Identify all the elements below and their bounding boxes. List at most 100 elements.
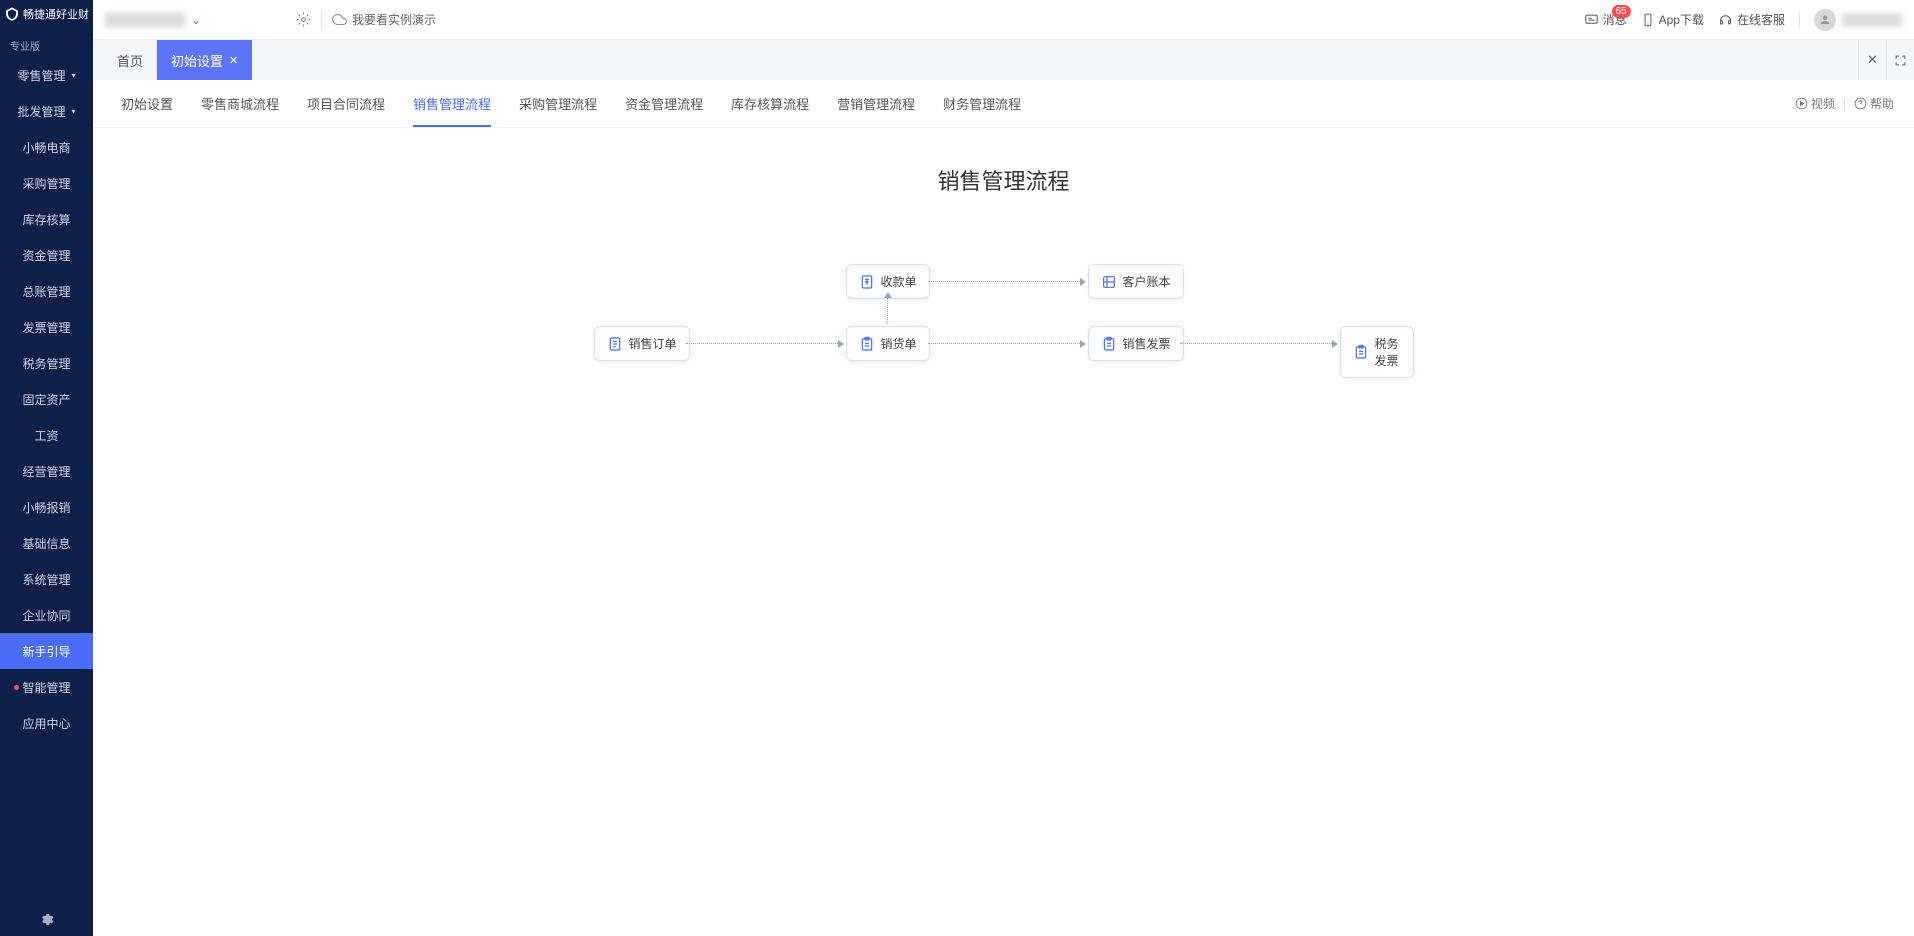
chevron-down-icon: ▾ [72, 107, 76, 116]
help-link[interactable]: 帮助 [1854, 95, 1894, 112]
sidebar-item-label: 新手引导 [22, 643, 70, 660]
sidebar-item-5[interactable]: 资金管理 [0, 237, 93, 273]
tab-close-all-button[interactable]: ✕ [1858, 40, 1886, 80]
cloud-icon [332, 12, 347, 27]
sidebar-item-label: 发票管理 [22, 319, 70, 336]
sidebar-item-label: 企业协同 [22, 607, 70, 624]
subtab-4[interactable]: 采购管理流程 [519, 80, 597, 127]
arrow [1180, 343, 1332, 344]
sidebar-item-18[interactable]: 应用中心 [0, 705, 93, 741]
subtab-7[interactable]: 营销管理流程 [837, 80, 915, 127]
gear-icon [296, 12, 311, 27]
user-icon [1818, 13, 1832, 27]
sidebar-item-label: 小畅电商 [22, 139, 70, 156]
app-download-button[interactable]: App下载 [1641, 11, 1704, 28]
brand-edition: 专业版 [0, 38, 93, 57]
sidebar-item-label: 经营管理 [22, 463, 70, 480]
subtab-2[interactable]: 项目合同流程 [307, 80, 385, 127]
sidebar-item-label: 总账管理 [22, 283, 70, 300]
sidebar-item-10[interactable]: 工资 [0, 417, 93, 453]
fullscreen-button[interactable] [1886, 40, 1914, 80]
play-icon [1795, 97, 1808, 110]
flow-title: 销售管理流程 [93, 164, 1914, 196]
expand-icon [1894, 54, 1907, 67]
brand-logo: 畅捷通好业财 [0, 0, 93, 40]
sidebar-item-1[interactable]: 批发管理 ▾ [0, 93, 93, 129]
sidebar-item-3[interactable]: 采购管理 [0, 165, 93, 201]
video-link[interactable]: 视频 [1795, 95, 1835, 112]
headset-icon [1718, 12, 1733, 27]
tab-0[interactable]: 首页 [103, 40, 157, 80]
subtab-8[interactable]: 财务管理流程 [943, 80, 1021, 127]
sidebar-item-4[interactable]: 库存核算 [0, 201, 93, 237]
receipt-icon [859, 274, 875, 290]
sidebar-item-label: 基础信息 [22, 535, 70, 552]
subtab-6[interactable]: 库存核算流程 [731, 80, 809, 127]
arrow [686, 343, 838, 344]
notification-dot-icon [14, 685, 19, 690]
subtab-3[interactable]: 销售管理流程 [413, 80, 491, 127]
flow-area: 销售管理流程 销售订单 销货单 销售发票 [93, 128, 1914, 936]
sidebar-item-13[interactable]: 基础信息 [0, 525, 93, 561]
gear-icon [39, 912, 54, 927]
sidebar-item-label: 小畅报销 [22, 499, 70, 516]
invoice-icon [1101, 336, 1117, 352]
sidebar-item-label: 批发管理 [17, 103, 65, 120]
sidebar-item-16[interactable]: 新手引导 [0, 633, 93, 669]
ledger-icon [1101, 274, 1117, 290]
close-icon[interactable]: ✕ [229, 54, 238, 67]
node-sales-slip[interactable]: 销货单 [846, 326, 930, 361]
tab-1[interactable]: 初始设置 ✕ [157, 40, 252, 80]
sidebar-item-2[interactable]: 小畅电商 [0, 129, 93, 165]
sidebar-item-12[interactable]: 小畅报销 [0, 489, 93, 525]
messages-button[interactable]: 消息 65 [1584, 11, 1627, 28]
org-name-redacted [105, 12, 185, 28]
sidebar: 畅捷通好业财 专业版 零售管理▾ 批发管理 ▾ 小畅电商采购管理库存核算资金管理总账管… [0, 0, 93, 936]
sidebar-item-label: 应用中心 [22, 715, 70, 732]
arrow [928, 281, 1080, 282]
sidebar-item-9[interactable]: 固定资产 [0, 381, 93, 417]
document-icon [607, 336, 623, 352]
demo-link[interactable]: 我要看实例演示 [332, 11, 436, 28]
sidebar-item-label: 采购管理 [22, 175, 70, 192]
subtabs: 初始设置零售商城流程项目合同流程销售管理流程采购管理流程资金管理流程库存核算流程… [93, 80, 1914, 128]
sidebar-item-8[interactable]: 税务管理 [0, 345, 93, 381]
subtab-1[interactable]: 零售商城流程 [201, 80, 279, 127]
sidebar-item-label: 税务管理 [22, 355, 70, 372]
tax-icon [1353, 344, 1369, 360]
sidebar-item-7[interactable]: 发票管理 [0, 309, 93, 345]
phone-icon [1641, 13, 1655, 27]
topbar: ⌄ 我要看实例演示 消息 65 App下载 [93, 0, 1914, 40]
avatar [1814, 9, 1836, 31]
content-area: 初始设置零售商城流程项目合同流程销售管理流程采购管理流程资金管理流程库存核算流程… [93, 80, 1914, 936]
online-service-button[interactable]: 在线客服 [1718, 11, 1785, 28]
message-badge: 65 [1612, 5, 1631, 18]
org-selector[interactable]: ⌄ [105, 12, 285, 28]
sidebar-item-0[interactable]: 零售管理▾ [0, 57, 93, 93]
chevron-down-icon: ⌄ [191, 13, 201, 27]
user-menu[interactable] [1814, 9, 1902, 31]
subtab-0[interactable]: 初始设置 [121, 80, 173, 127]
sidebar-nav: 零售管理▾ 批发管理 ▾ 小畅电商采购管理库存核算资金管理总账管理发票管理税务管理固定… [0, 57, 93, 902]
sidebar-item-15[interactable]: 企业协同 [0, 597, 93, 633]
node-sales-order[interactable]: 销售订单 [594, 326, 690, 361]
tab-label: 初始设置 [171, 51, 223, 70]
node-customer-ledger[interactable]: 客户账本 [1088, 264, 1184, 299]
sidebar-item-6[interactable]: 总账管理 [0, 273, 93, 309]
node-tax-invoice[interactable]: 税务发票 [1340, 326, 1414, 378]
sidebar-item-label: 库存核算 [22, 211, 70, 228]
subtab-5[interactable]: 资金管理流程 [625, 80, 703, 127]
sidebar-item-label: 资金管理 [22, 247, 70, 264]
arrow-up [887, 298, 888, 324]
sidebar-item-11[interactable]: 经营管理 [0, 453, 93, 489]
sidebar-item-14[interactable]: 系统管理 [0, 561, 93, 597]
settings-button[interactable] [295, 12, 311, 28]
sidebar-item-17[interactable]: 智能管理 [0, 669, 93, 705]
sidebar-settings[interactable] [0, 902, 93, 936]
chevron-down-icon: ▾ [72, 71, 76, 80]
clipboard-icon [859, 336, 875, 352]
node-sales-invoice[interactable]: 销售发票 [1088, 326, 1184, 361]
help-icon [1854, 97, 1867, 110]
flow-canvas: 销售订单 销货单 销售发票 税务发票 [594, 236, 1414, 436]
message-icon [1584, 12, 1599, 27]
